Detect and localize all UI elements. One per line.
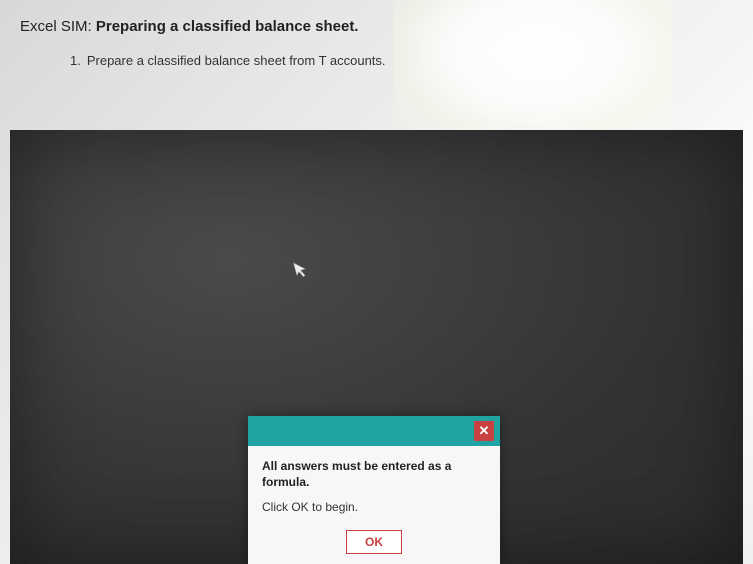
page-title: Excel SIM: Preparing a classified balanc… (20, 18, 733, 35)
dialog-titlebar[interactable]: ✕ (248, 416, 500, 446)
dialog-message-secondary: Click OK to begin. (262, 500, 486, 514)
instruction-item: 1. Prepare a classified balance sheet fro… (0, 43, 753, 78)
start-dialog: ✕ All answers must be entered as a formu… (248, 416, 500, 564)
title-main: Preparing a classified balance sheet. (96, 18, 359, 35)
dialog-body: All answers must be entered as a formula… (248, 446, 500, 524)
page-header: Excel SIM: Preparing a classified balanc… (0, 0, 753, 43)
title-prefix: Excel SIM: (20, 18, 96, 35)
cursor-icon (292, 259, 311, 285)
instruction-number: 1. (70, 53, 81, 68)
dialog-message-primary: All answers must be entered as a formula… (262, 458, 486, 490)
dialog-footer: OK (248, 524, 500, 564)
excel-sim-canvas[interactable]: ✕ All answers must be entered as a formu… (10, 130, 743, 564)
close-icon: ✕ (479, 423, 490, 438)
close-button[interactable]: ✕ (474, 421, 494, 441)
instruction-text: Prepare a classified balance sheet from … (87, 53, 386, 68)
ok-button[interactable]: OK (346, 530, 402, 554)
